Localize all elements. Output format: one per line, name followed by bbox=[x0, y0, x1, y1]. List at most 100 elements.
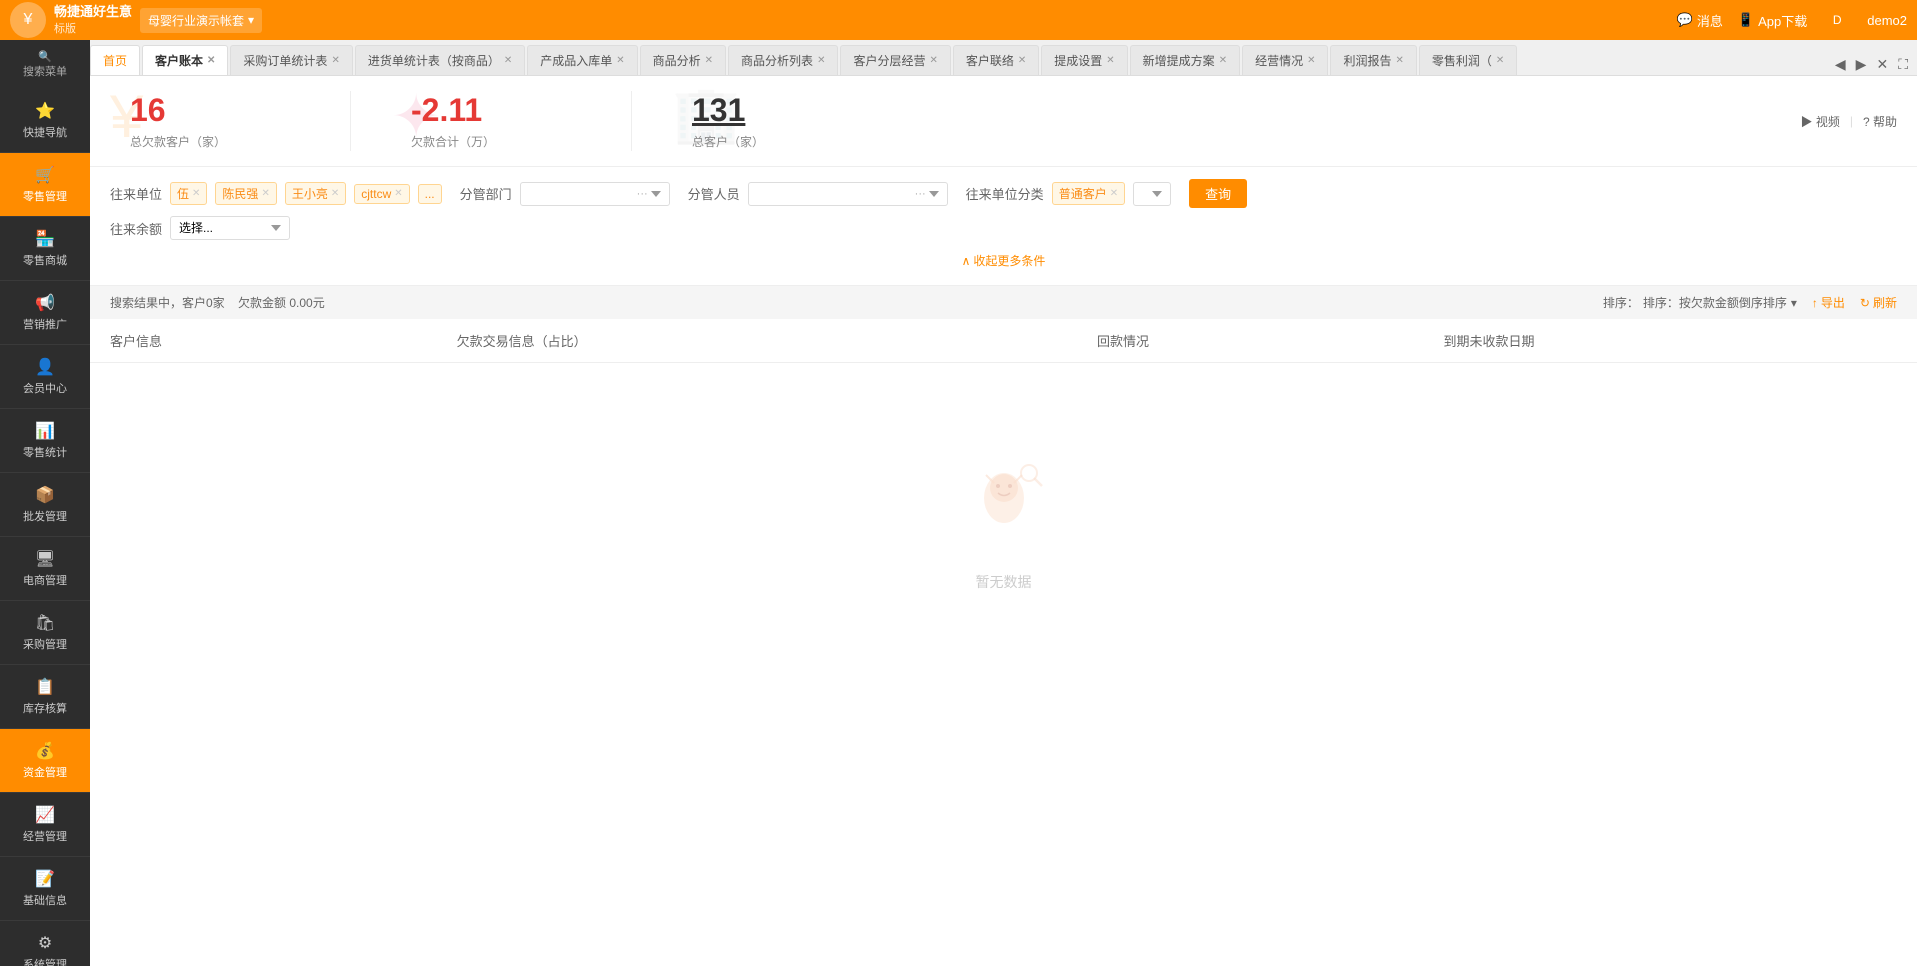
tab-close-product-analysis-list[interactable]: ✕ bbox=[817, 55, 825, 66]
collapse-btn[interactable]: ∧ 收起更多条件 bbox=[958, 248, 1050, 273]
tab-customer-balance[interactable]: 客户账本 ✕ bbox=[142, 45, 228, 75]
inventory-icon: 📋 bbox=[5, 677, 85, 697]
unit-tag-4-remove[interactable]: ✕ bbox=[394, 188, 402, 199]
retail-stats-icon: 📊 bbox=[5, 421, 85, 441]
refresh-icon: ↻ bbox=[1860, 296, 1870, 310]
col-repayment: 回款情况 bbox=[1077, 319, 1424, 363]
sidebar-item-operation[interactable]: 📈经营管理 bbox=[0, 793, 90, 857]
app-download-btn[interactable]: 📱 App下载 bbox=[1738, 11, 1807, 30]
retail-mall-icon: 🏪 bbox=[5, 229, 85, 249]
chevron-down-icon: ▾ bbox=[248, 13, 254, 27]
tab-fullscreen-btn[interactable]: ⛶ bbox=[1894, 54, 1912, 75]
unit-tag-3-remove[interactable]: ✕ bbox=[331, 188, 339, 199]
tab-close-customer-balance[interactable]: ✕ bbox=[207, 55, 215, 66]
sidebar-item-ecommerce[interactable]: 🖥电商管理 bbox=[0, 537, 90, 601]
tab-purchase-stats[interactable]: 进货单统计表（按商品）✕ bbox=[355, 45, 525, 75]
tab-close-product-inbound[interactable]: ✕ bbox=[616, 55, 624, 66]
tab-label-home: 首页 bbox=[103, 52, 127, 69]
tab-close-new-promotion[interactable]: ✕ bbox=[1219, 55, 1227, 66]
ecommerce-icon: 🖥 bbox=[5, 549, 85, 569]
unit-tag-4: cjttcw ✕ bbox=[354, 184, 409, 204]
tab-prev-btn[interactable]: ◀ bbox=[1831, 54, 1850, 75]
sort-selector[interactable]: 排序： 排序：按欠款金额倒序排序 ▾ bbox=[1603, 294, 1797, 311]
tab-close-customer-tier[interactable]: ✕ bbox=[929, 55, 937, 66]
person-filter-label: 分管人员 bbox=[688, 184, 740, 203]
tab-next-btn[interactable]: ▶ bbox=[1852, 54, 1871, 75]
tab-close-promotion-settings[interactable]: ✕ bbox=[1106, 55, 1114, 66]
stat-divider-1 bbox=[350, 91, 351, 151]
tab-customer-contact[interactable]: 客户联络✕ bbox=[953, 45, 1039, 75]
tab-new-promotion[interactable]: 新增提成方案✕ bbox=[1130, 45, 1240, 75]
tab-close-retail-profit[interactable]: ✕ bbox=[1496, 55, 1504, 66]
unit-tag-2-value: 陈民强 bbox=[222, 185, 258, 202]
dept-filter-label: 分管部门 bbox=[460, 184, 512, 203]
star-icon: ⭐ bbox=[5, 101, 85, 121]
unit-tag-4-value: cjttcw bbox=[361, 187, 391, 201]
tab-close-customer-contact[interactable]: ✕ bbox=[1018, 55, 1026, 66]
more-units-btn[interactable]: ... bbox=[418, 184, 442, 204]
balance-filter-select[interactable]: 选择... bbox=[170, 216, 290, 240]
tab-close-purchase-stats[interactable]: ✕ bbox=[504, 55, 512, 66]
top-bar-right: 💬 消息 📱 App下载 D demo2 bbox=[1677, 5, 1907, 35]
help-btn[interactable]: ? 帮助 bbox=[1863, 113, 1897, 130]
filter-area: 往来单位 伍 ✕ 陈民强 ✕ 王小亮 ✕ cjttcw bbox=[90, 167, 1917, 286]
tab-label-retail-profit: 零售利润（ bbox=[1432, 52, 1492, 69]
total-debt-label: 欠款合计（万） bbox=[411, 133, 495, 150]
sidebar-item-marketing[interactable]: 📢营销推广 bbox=[0, 281, 90, 345]
sidebar-item-system[interactable]: ⚙系统管理 bbox=[0, 921, 90, 966]
tab-home[interactable]: 首页 bbox=[90, 45, 140, 75]
tab-close-business-situation[interactable]: ✕ bbox=[1307, 55, 1315, 66]
refresh-btn[interactable]: ↻ 刷新 bbox=[1860, 294, 1897, 311]
sidebar-item-basic-info[interactable]: 📝基础信息 bbox=[0, 857, 90, 921]
help-label: 帮助 bbox=[1873, 115, 1897, 129]
category-filter-select[interactable] bbox=[1133, 182, 1171, 206]
quick-nav-label: 快捷导航 bbox=[5, 124, 85, 140]
tab-profit-report[interactable]: 利润报告 ✕ bbox=[1330, 45, 1416, 75]
tab-close-purchase-order[interactable]: ✕ bbox=[331, 55, 339, 66]
tab-close-product-analysis[interactable]: ✕ bbox=[705, 55, 713, 66]
tab-label-customer-balance: 客户账本 bbox=[155, 52, 203, 69]
sidebar-item-retail-stats[interactable]: 📊 零售统计 bbox=[0, 409, 90, 473]
basic-info-label: 基础信息 bbox=[5, 892, 85, 908]
total-customers-label: 总欠款客户（家） bbox=[130, 133, 226, 150]
tab-product-analysis-list[interactable]: 商品分析列表✕ bbox=[728, 45, 838, 75]
tab-business-situation[interactable]: 经营情况✕ bbox=[1242, 45, 1328, 75]
person-more-btn[interactable]: ··· bbox=[915, 188, 926, 200]
tab-product-inbound[interactable]: 产成品入库单✕ bbox=[527, 45, 637, 75]
sidebar-item-inventory[interactable]: 📋库存核算 bbox=[0, 665, 90, 729]
tab-close-profit-report[interactable]: ✕ bbox=[1396, 55, 1404, 66]
sidebar-item-finance[interactable]: 💰资金管理 bbox=[0, 729, 90, 793]
sidebar-item-wholesale-mgmt[interactable]: 📦批发管理 bbox=[0, 473, 90, 537]
message-btn[interactable]: 💬 消息 bbox=[1677, 11, 1723, 30]
sidebar-item-member[interactable]: 👤会员中心 bbox=[0, 345, 90, 409]
unit-tag-1-remove[interactable]: ✕ bbox=[192, 188, 200, 199]
table-header-row: 客户信息 欠款交易信息（占比） 回款情况 到期未收款日期 bbox=[90, 319, 1917, 363]
sidebar-item-quick-nav[interactable]: ⭐ 快捷导航 bbox=[0, 89, 90, 153]
tab-purchase-order[interactable]: 采购订单统计表✕ bbox=[230, 45, 352, 75]
dept-more-btn[interactable]: ··· bbox=[637, 188, 648, 200]
category-tag-1-remove[interactable]: ✕ bbox=[1110, 188, 1118, 199]
collapse-up-icon: ∧ bbox=[962, 254, 971, 268]
user-name: demo2 bbox=[1867, 13, 1907, 28]
sidebar-item-purchase[interactable]: 🛍采购管理 bbox=[0, 601, 90, 665]
unit-tag-2-remove[interactable]: ✕ bbox=[261, 188, 269, 199]
tab-promotion-settings[interactable]: 提成设置✕ bbox=[1041, 45, 1127, 75]
retail-stats-label: 零售统计 bbox=[5, 444, 85, 460]
sidebar-item-retail-mgmt[interactable]: 🛒零售管理 bbox=[0, 153, 90, 217]
tab-label-profit-report: 利润报告 bbox=[1343, 52, 1391, 69]
tab-close-all-btn[interactable]: ✕ bbox=[1872, 54, 1892, 75]
retail-mall-label: 零售商城 bbox=[5, 252, 85, 268]
tab-retail-profit[interactable]: 零售利润（ ✕ bbox=[1419, 45, 1517, 75]
account-selector[interactable]: 母婴行业演示帐套 ▾ bbox=[140, 8, 262, 33]
retail-mgmt-label: 零售管理 bbox=[5, 188, 85, 204]
avatar[interactable]: D bbox=[1822, 5, 1852, 35]
search-menu-btn[interactable]: 🔍 搜索菜单 bbox=[23, 50, 67, 79]
tab-customer-tier[interactable]: 客户分层经营✕ bbox=[840, 45, 950, 75]
tab-product-analysis[interactable]: 商品分析✕ bbox=[640, 45, 726, 75]
export-btn[interactable]: ↑ 导出 bbox=[1812, 294, 1845, 311]
video-btn[interactable]: ▶ 视频 bbox=[1800, 113, 1839, 130]
member-label: 会员中心 bbox=[5, 380, 85, 396]
query-btn[interactable]: 查询 bbox=[1189, 179, 1247, 208]
operation-label: 经营管理 bbox=[5, 828, 85, 844]
sidebar-item-retail-mall[interactable]: 🏪 零售商城 bbox=[0, 217, 90, 281]
